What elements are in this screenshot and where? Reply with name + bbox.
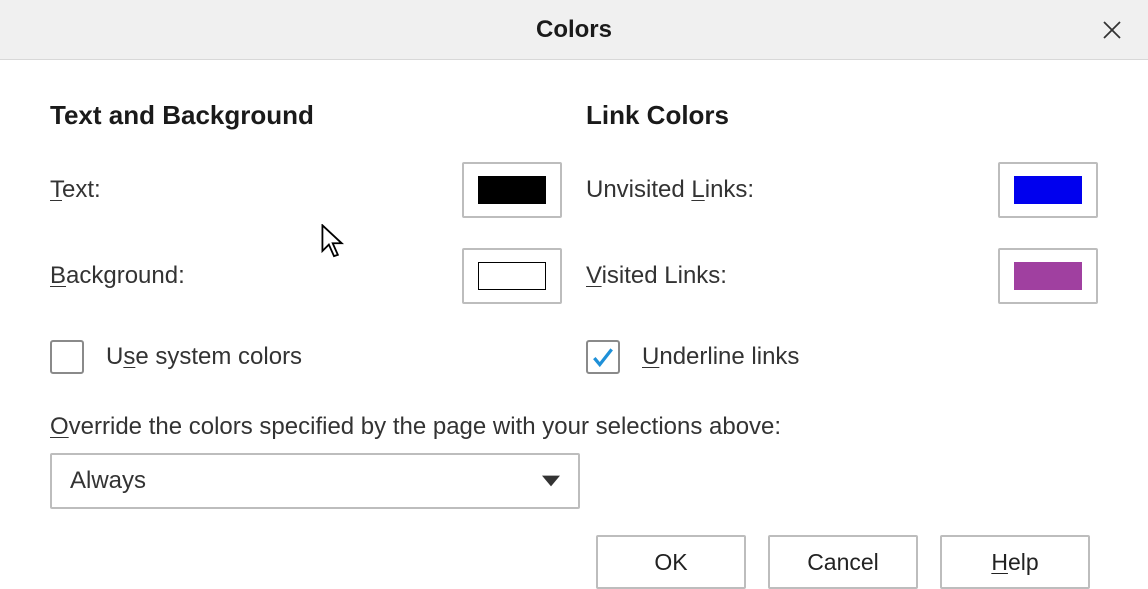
label-background: Background: (50, 262, 185, 290)
label-underline-links: Underline links (642, 343, 799, 371)
close-button[interactable] (1094, 12, 1130, 48)
row-underline-links: Underline links (586, 333, 1098, 381)
color-button-visited[interactable] (998, 248, 1098, 304)
ok-button[interactable]: OK (596, 535, 746, 589)
label-unvisited-links: Unvisited Links: (586, 176, 754, 204)
swatch-text (478, 176, 546, 204)
row-background-color: Background: (50, 247, 562, 305)
swatch-visited (1014, 262, 1082, 290)
chevron-down-icon (542, 472, 560, 490)
dialog-title: Colors (536, 16, 612, 44)
label-visited-links: Visited Links: (586, 262, 727, 290)
swatch-background (478, 262, 546, 290)
cancel-button[interactable]: Cancel (768, 535, 918, 589)
label-text: Text: (50, 176, 101, 204)
row-use-system-colors: Use system colors (50, 333, 562, 381)
color-button-text[interactable] (462, 162, 562, 218)
checkbox-underline-links[interactable] (586, 340, 620, 374)
row-unvisited-links: Unvisited Links: (586, 161, 1098, 219)
close-icon (1102, 20, 1122, 40)
swatch-unvisited (1014, 176, 1082, 204)
select-override[interactable]: Always (50, 453, 580, 509)
help-button[interactable]: Help (940, 535, 1090, 589)
section-title-link-colors: Link Colors (586, 100, 1098, 131)
section-title-text-and-background: Text and Background (50, 100, 562, 131)
label-override: Override the colors specified by the pag… (50, 413, 1098, 441)
row-visited-links: Visited Links: (586, 247, 1098, 305)
dialog-button-row: OK Cancel Help (50, 535, 1098, 589)
label-use-system-colors: Use system colors (106, 343, 302, 371)
checkbox-use-system-colors[interactable] (50, 340, 84, 374)
checkmark-icon (590, 344, 616, 370)
row-text-color: Text: (50, 161, 562, 219)
dialog-titlebar: Colors (0, 0, 1148, 60)
color-button-background[interactable] (462, 248, 562, 304)
color-button-unvisited[interactable] (998, 162, 1098, 218)
select-override-value: Always (70, 467, 146, 495)
